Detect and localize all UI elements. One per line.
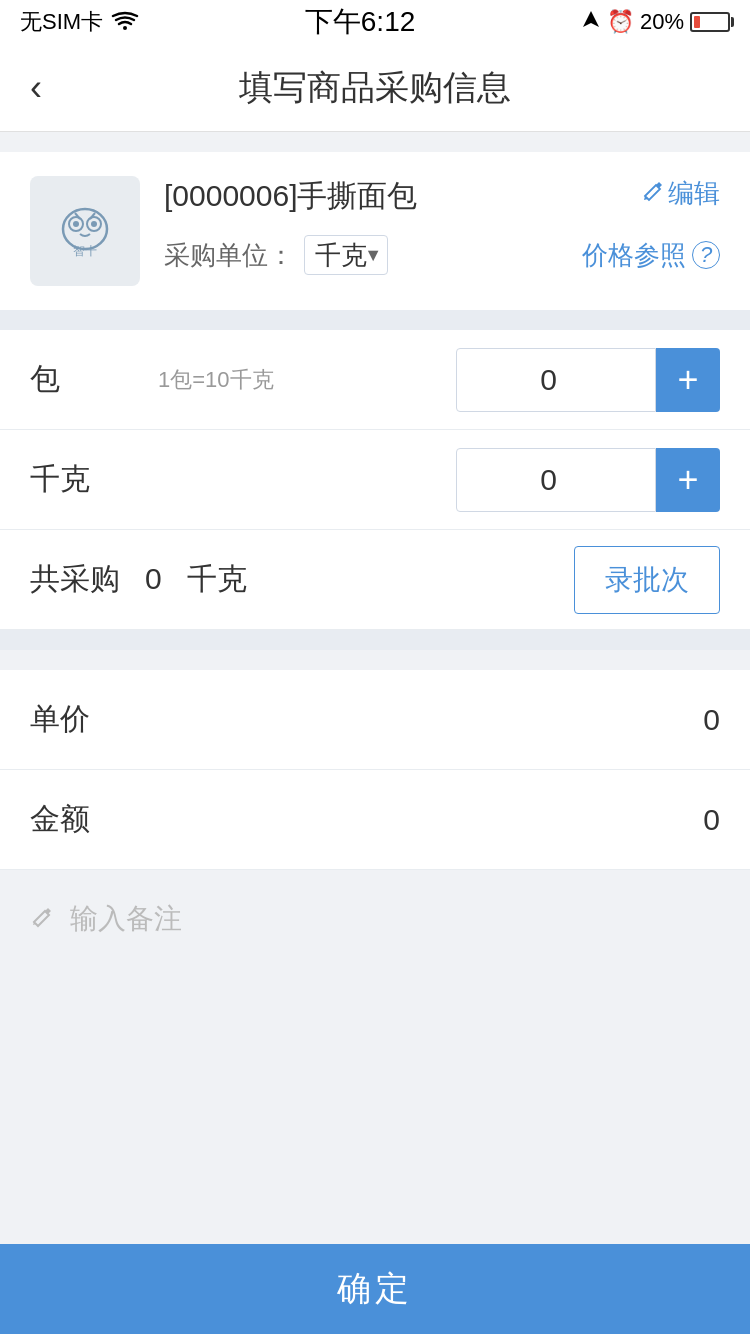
- svg-point-0: [123, 26, 127, 30]
- unit-price-label: 单价: [30, 699, 90, 740]
- battery-percent: 20%: [640, 9, 684, 35]
- notes-section[interactable]: 输入备注: [0, 870, 750, 970]
- product-card: 智十 [0000006]手撕面包 编辑 采购单位：: [0, 152, 750, 310]
- amount-label: 金额: [30, 799, 90, 840]
- pack-qty-wrapper: +: [456, 348, 720, 412]
- product-unit-row: 采购单位： 千克 包 价格参照 ?: [164, 235, 720, 275]
- svg-point-5: [91, 221, 97, 227]
- total-text: 共采购 0 千克: [30, 559, 247, 600]
- nav-bar: ‹ 填写商品采购信息: [0, 44, 750, 132]
- price-ref-label: 价格参照: [582, 238, 686, 273]
- battery-indicator: [690, 12, 730, 32]
- pack-sub-label: 1包=10千克: [158, 365, 274, 395]
- unit-price-row: 单价 0: [0, 670, 750, 770]
- unit-price-value: 0: [703, 703, 720, 737]
- amount-value: 0: [703, 803, 720, 837]
- price-ref-button[interactable]: 价格参照 ?: [582, 238, 720, 273]
- unit-label: 采购单位：: [164, 238, 294, 273]
- product-logo: 智十: [50, 191, 120, 271]
- content-fill: [0, 970, 750, 1270]
- pack-plus-button[interactable]: +: [656, 348, 720, 412]
- kg-input-row: 千克 +: [0, 430, 750, 530]
- total-value: 0: [145, 562, 162, 595]
- wifi-icon: [111, 8, 139, 36]
- status-time: 下午6:12: [305, 3, 416, 41]
- product-info: [0000006]手撕面包 编辑 采购单位： 千克 包: [164, 176, 720, 275]
- kg-qty-input[interactable]: [456, 448, 656, 512]
- edit-icon: [642, 178, 664, 209]
- product-image: 智十: [30, 176, 140, 286]
- divider-1: [0, 310, 750, 330]
- total-row: 共采购 0 千克 录批次: [0, 530, 750, 630]
- quantity-section: 包 1包=10千克 + 千克 +: [0, 330, 750, 530]
- svg-text:智十: 智十: [73, 244, 97, 258]
- back-button[interactable]: ‹: [30, 67, 90, 109]
- total-unit: 千克: [187, 562, 247, 595]
- confirm-button[interactable]: 确定: [337, 1266, 413, 1312]
- kg-plus-button[interactable]: +: [656, 448, 720, 512]
- unit-select-wrapper[interactable]: 千克 包: [294, 235, 388, 275]
- status-left: 无SIM卡: [20, 7, 139, 37]
- status-bar: 无SIM卡 下午6:12 ⏰ 20%: [0, 0, 750, 44]
- alarm-icon: ⏰: [607, 9, 634, 35]
- total-label: 共采购: [30, 562, 120, 595]
- pack-label: 包: [30, 359, 150, 400]
- product-name: [0000006]手撕面包: [164, 176, 417, 217]
- pencil-icon: [30, 902, 56, 935]
- status-right: ⏰ 20%: [581, 9, 730, 35]
- svg-point-1: [63, 209, 107, 249]
- notes-placeholder: 输入备注: [70, 900, 182, 938]
- price-ref-help-icon: ?: [692, 241, 720, 269]
- kg-label: 千克: [30, 459, 150, 500]
- pack-qty-input[interactable]: [456, 348, 656, 412]
- batch-button[interactable]: 录批次: [574, 546, 720, 614]
- footer[interactable]: 确定: [0, 1244, 750, 1334]
- pack-input-row: 包 1包=10千克 +: [0, 330, 750, 430]
- product-header: [0000006]手撕面包 编辑: [164, 176, 720, 217]
- page-title: 填写商品采购信息: [239, 65, 511, 111]
- svg-point-4: [73, 221, 79, 227]
- kg-qty-wrapper: +: [456, 448, 720, 512]
- amount-row: 金额 0: [0, 770, 750, 870]
- edit-label: 编辑: [668, 176, 720, 211]
- edit-button[interactable]: 编辑: [642, 176, 720, 211]
- location-icon: [581, 9, 601, 35]
- price-section: 单价 0 金额 0: [0, 670, 750, 870]
- unit-select[interactable]: 千克 包: [304, 235, 388, 275]
- carrier-label: 无SIM卡: [20, 7, 103, 37]
- divider-2: [0, 630, 750, 650]
